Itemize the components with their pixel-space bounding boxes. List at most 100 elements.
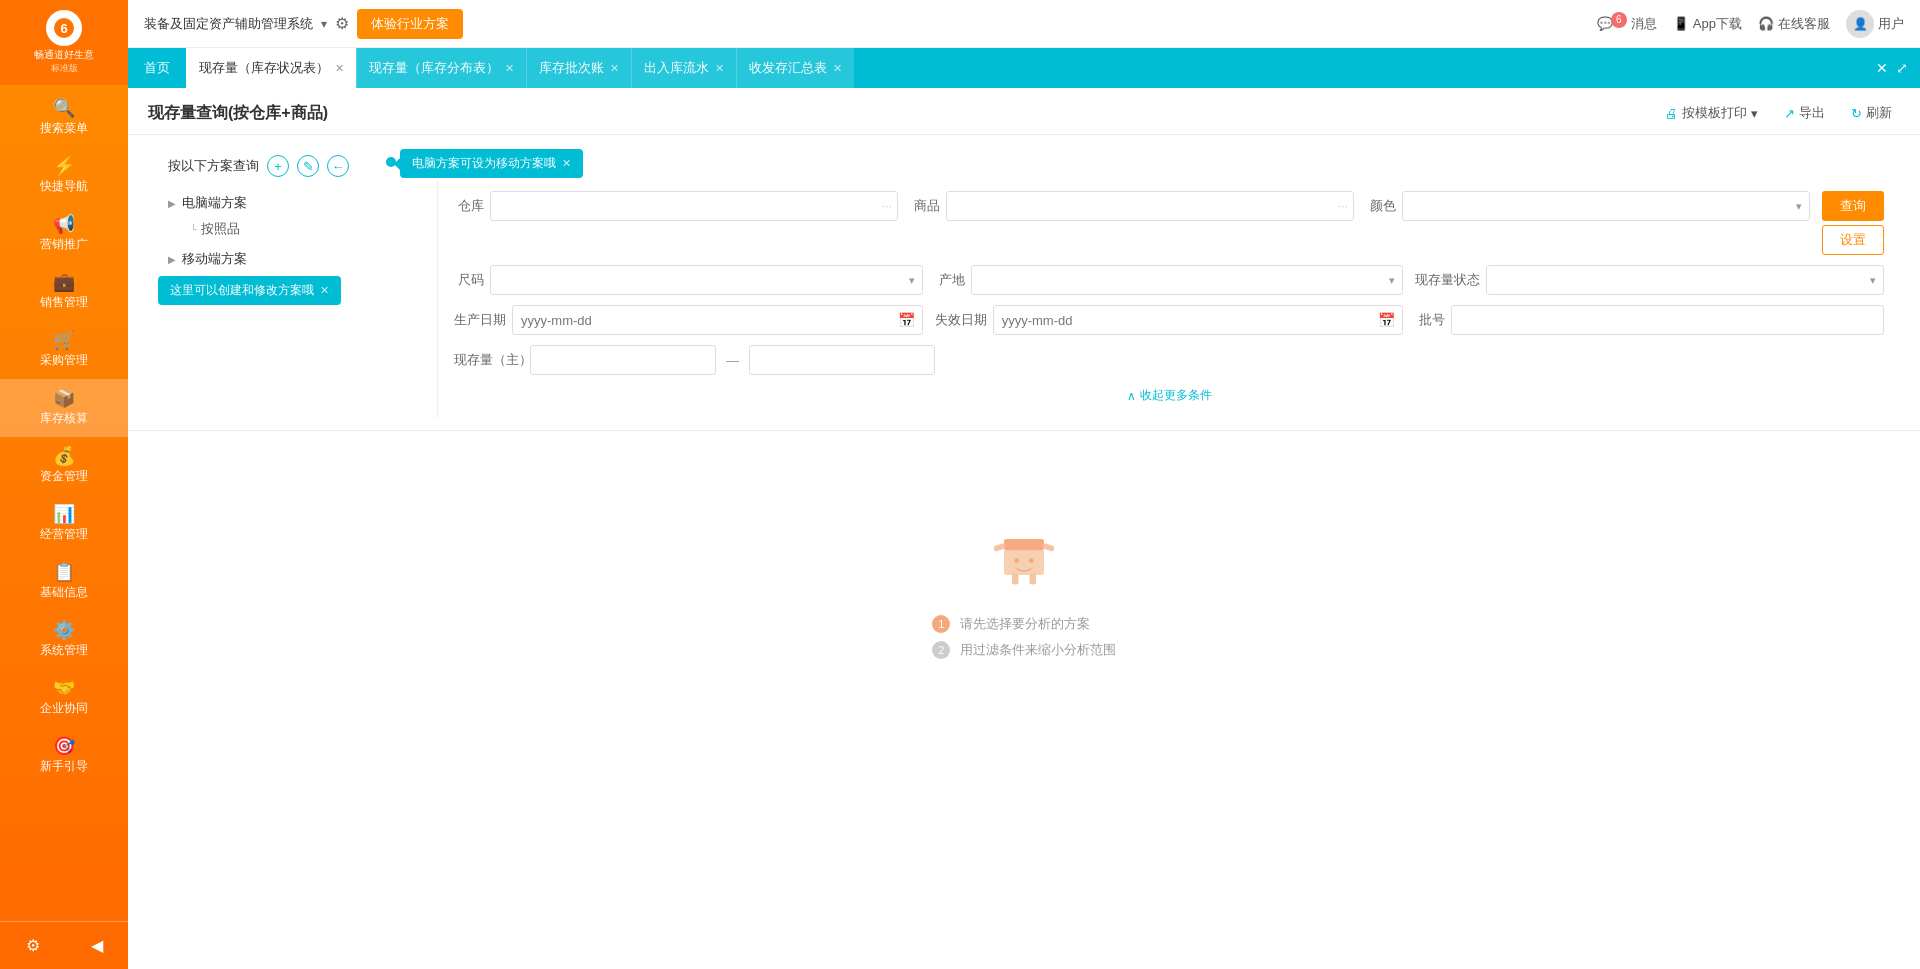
back-icon: ← [332,159,345,174]
inventory-icon: 📦 [53,389,75,407]
tab-batch-ledger[interactable]: 库存批次账 ✕ [526,48,631,88]
cooperation-icon: 🤝 [53,679,75,697]
tab-close-all-icon[interactable]: ✕ [1876,60,1888,76]
sidebar-bottom: ⚙ ◀ [0,921,128,969]
sidebar-item-label: 基础信息 [40,584,88,601]
sidebar-logo: 6 畅通道好生意 标准版 [0,0,128,85]
expiry-date-cal-icon[interactable]: 📅 [1378,312,1395,328]
tooltip2-close[interactable]: ✕ [320,284,329,297]
header-right: 💬 6 消息 📱 App下载 🎧 在线客服 👤 用户 [1597,10,1904,38]
sidebar-item-label: 企业协同 [40,700,88,717]
collapse-button[interactable]: ∧ 收起更多条件 [454,379,1884,408]
filter-label: 按以下方案查询 [168,157,259,175]
tab-receipt-summary[interactable]: 收发存汇总表 ✕ [736,48,854,88]
expiry-date-input[interactable] [993,305,1404,335]
svg-point-6 [1029,558,1034,563]
origin-label: 产地 [935,271,965,289]
tab-inout-flow[interactable]: 出入库流水 ✕ [631,48,736,88]
stock-qty-from[interactable] [530,345,716,375]
settings-button[interactable]: 设置 [1822,225,1884,255]
tip2-num: 2 [932,641,950,659]
empty-tip1: 1 请先选择要分析的方案 [932,611,1116,637]
operations-icon: 📊 [53,505,75,523]
expiry-date-label: 失效日期 [935,311,987,329]
tab-home[interactable]: 首页 [128,48,186,88]
print-icon: 🖨 [1665,106,1678,121]
tab-close-inventory-status[interactable]: ✕ [335,63,344,74]
warehouse-dots-icon: ··· [882,199,892,213]
warehouse-input[interactable] [490,191,898,221]
sidebar-item-label: 新手引导 [40,758,88,775]
top-header: 装备及固定资产辅助管理系统 ▾ ⚙ 体验行业方案 💬 6 消息 📱 App下载 … [128,0,1920,48]
print-dropdown-icon: ▾ [1751,106,1758,121]
sidebar-item-cooperation[interactable]: 🤝 企业协同 [0,669,128,727]
color-select[interactable] [1402,191,1810,221]
tab-close-inventory-dist[interactable]: ✕ [505,63,514,74]
app-download-item[interactable]: 📱 App下载 [1673,15,1742,33]
system-dropdown-icon[interactable]: ▾ [321,17,327,31]
tab-right-icons: ✕ ⤢ [1876,60,1920,76]
tab-inventory-status-label: 现存量（库存状况表） [199,59,329,77]
mobile-scheme-label: 移动端方案 [182,250,247,268]
tab-close-receipt-summary[interactable]: ✕ [833,63,842,74]
desktop-scheme-child-icon: └ [190,224,197,235]
notification-item[interactable]: 💬 6 消息 [1597,15,1657,33]
app-download-label: App下载 [1693,15,1742,33]
collapse-sidebar-icon[interactable]: ◀ [87,932,107,959]
inventory-status-select[interactable] [1486,265,1884,295]
sidebar-item-label: 库存核算 [40,410,88,427]
desktop-scheme-child[interactable]: └ 按照品 [190,217,425,241]
export-button[interactable]: ↗ 导出 [1776,100,1833,126]
tab-close-batch-ledger[interactable]: ✕ [610,63,619,74]
tab-inventory-dist[interactable]: 现存量（库存分布表） ✕ [356,48,526,88]
production-date-cal-icon[interactable]: 📅 [898,312,915,328]
filter-top-row: 按以下方案查询 + ✎ ← 电脑方案可设为移动方案哦 ✕ [148,147,1900,181]
batch-no-input[interactable] [1451,305,1884,335]
tab-inout-flow-label: 出入库流水 [644,59,709,77]
origin-select[interactable] [971,265,1404,295]
desktop-scheme-item[interactable]: ▶ 电脑端方案 [168,191,425,215]
stock-qty-to[interactable] [749,345,935,375]
settings-icon[interactable]: ⚙ [22,932,44,959]
tab-inventory-status[interactable]: 现存量（库存状况表） ✕ [186,48,356,88]
sidebar-item-sales[interactable]: 💼 销售管理 [0,263,128,321]
mobile-scheme-item[interactable]: ▶ 移动端方案 [168,247,425,271]
edit-scheme-button[interactable]: ✎ [297,155,319,177]
size-select[interactable] [490,265,923,295]
tooltip1-close[interactable]: ✕ [562,157,571,170]
sidebar-item-label: 经营管理 [40,526,88,543]
tab-close-inout-flow[interactable]: ✕ [715,63,724,74]
sales-icon: 💼 [53,273,75,291]
header-left: 装备及固定资产辅助管理系统 ▾ ⚙ 体验行业方案 [144,9,463,39]
sidebar-item-operations[interactable]: 📊 经营管理 [0,495,128,553]
user-item[interactable]: 👤 用户 [1846,10,1904,38]
online-support-item[interactable]: 🎧 在线客服 [1758,15,1830,33]
production-date-input[interactable] [512,305,923,335]
search-button[interactable]: 查询 [1822,191,1884,221]
sidebar-item-label: 销售管理 [40,294,88,311]
sidebar-item-system[interactable]: ⚙️ 系统管理 [0,611,128,669]
sidebar-item-search-menu[interactable]: 🔍 搜索菜单 [0,89,128,147]
add-scheme-button[interactable]: + [267,155,289,177]
support-icon: 🎧 [1758,16,1774,31]
sidebar-item-purchase[interactable]: 🛒 采购管理 [0,321,128,379]
sidebar-item-finance[interactable]: 💰 资金管理 [0,437,128,495]
header-gear-icon[interactable]: ⚙ [335,14,349,33]
refresh-button[interactable]: ↻ 刷新 [1843,100,1900,126]
phone-icon: 📱 [1673,16,1689,31]
back-scheme-button[interactable]: ← [327,155,349,177]
sidebar-item-quick-nav[interactable]: ⚡ 快捷导航 [0,147,128,205]
industry-plan-button[interactable]: 体验行业方案 [357,9,463,39]
sidebar-item-label: 搜索菜单 [40,120,88,137]
sidebar-item-inventory[interactable]: 📦 库存核算 [0,379,128,437]
sidebar-item-marketing[interactable]: 📢 营销推广 [0,205,128,263]
sidebar-item-basic-info[interactable]: 📋 基础信息 [0,553,128,611]
tab-maximize-icon[interactable]: ⤢ [1896,60,1908,76]
goods-input[interactable] [946,191,1354,221]
sidebar-item-guide[interactable]: 🎯 新手引导 [0,727,128,785]
print-template-button[interactable]: 🖨 按模板打印 ▾ [1657,100,1766,126]
desktop-scheme-label: 电脑端方案 [182,194,247,212]
svg-rect-7 [1012,573,1018,584]
tooltip-scheme-create: 这里可以创建和修改方案哦 ✕ [158,276,341,305]
guide-icon: 🎯 [53,737,75,755]
